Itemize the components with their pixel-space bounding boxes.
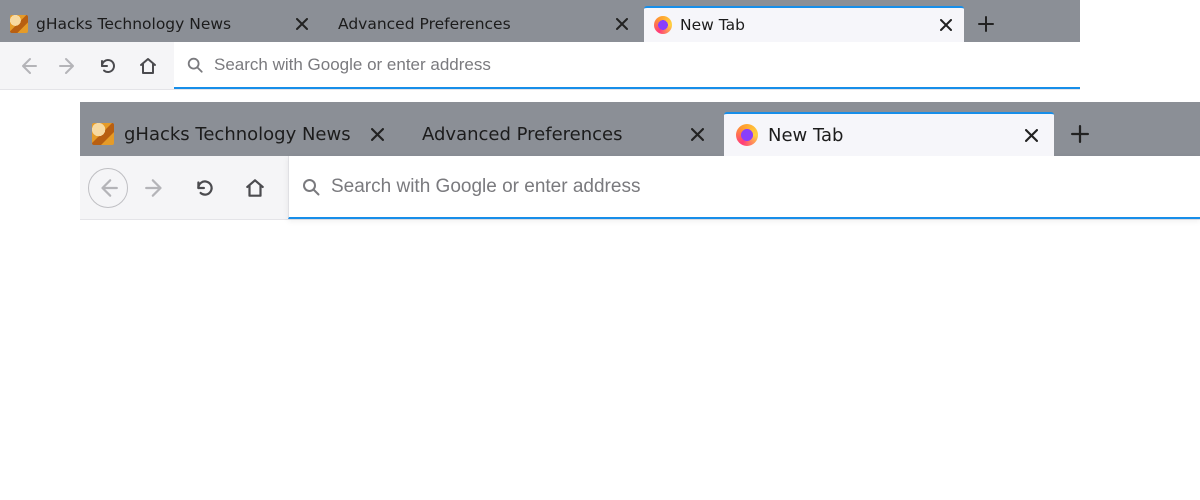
close-tab-button[interactable]	[936, 15, 956, 35]
reload-icon	[194, 177, 216, 199]
search-icon	[186, 56, 204, 74]
tab-title: New Tab	[680, 16, 928, 34]
tab-ghacks[interactable]: gHacks Technology News	[80, 112, 400, 156]
tab-advanced-preferences[interactable]: Advanced Preferences	[320, 6, 640, 42]
browser-window-compact: gHacks Technology News Advanced Preferen…	[0, 0, 1080, 90]
home-button[interactable]	[130, 48, 166, 84]
reload-button[interactable]	[90, 48, 126, 84]
navigation-toolbar	[0, 42, 1080, 90]
tab-advanced-preferences[interactable]: Advanced Preferences	[400, 112, 720, 156]
tab-new-tab[interactable]: New Tab	[724, 112, 1054, 156]
arrow-left-icon	[18, 56, 38, 76]
firefox-favicon-icon	[654, 16, 672, 34]
back-button[interactable]	[10, 48, 46, 84]
close-tab-button[interactable]	[1018, 122, 1044, 148]
home-icon	[244, 177, 266, 199]
tab-title: Advanced Preferences	[338, 15, 604, 33]
close-tab-button[interactable]	[364, 121, 390, 147]
ghacks-favicon-icon	[10, 15, 28, 33]
new-tab-button[interactable]	[968, 6, 1004, 42]
reload-icon	[98, 56, 118, 76]
address-input[interactable]	[331, 176, 1188, 198]
navigation-toolbar	[80, 156, 1200, 220]
close-tab-button[interactable]	[292, 14, 312, 34]
tab-title: gHacks Technology News	[124, 124, 356, 145]
arrow-right-icon	[144, 177, 166, 199]
close-icon	[616, 18, 628, 30]
tab-ghacks[interactable]: gHacks Technology News	[0, 6, 320, 42]
arrow-right-icon	[58, 56, 78, 76]
search-icon	[301, 177, 321, 197]
ghacks-favicon-icon	[92, 123, 114, 145]
close-icon	[1025, 129, 1038, 142]
close-icon	[691, 128, 704, 141]
plus-icon	[1071, 125, 1089, 143]
firefox-favicon-icon	[736, 124, 758, 146]
tab-new-tab[interactable]: New Tab	[644, 6, 964, 42]
new-tab-button[interactable]	[1058, 112, 1102, 156]
plus-icon	[978, 16, 994, 32]
tab-title: gHacks Technology News	[36, 15, 284, 33]
back-button[interactable]	[88, 168, 128, 208]
close-icon	[940, 19, 952, 31]
home-button[interactable]	[232, 165, 278, 211]
forward-button[interactable]	[132, 165, 178, 211]
close-icon	[296, 18, 308, 30]
home-icon	[138, 56, 158, 76]
close-tab-button[interactable]	[612, 14, 632, 34]
browser-window-large: gHacks Technology News Advanced Preferen…	[80, 102, 1200, 220]
tab-strip: gHacks Technology News Advanced Preferen…	[0, 0, 1080, 42]
forward-button[interactable]	[50, 48, 86, 84]
tab-title: Advanced Preferences	[422, 124, 676, 145]
close-tab-button[interactable]	[684, 121, 710, 147]
arrow-left-icon	[97, 177, 119, 199]
address-bar[interactable]	[288, 156, 1200, 219]
close-icon	[371, 128, 384, 141]
tab-strip: gHacks Technology News Advanced Preferen…	[80, 102, 1200, 156]
tab-title: New Tab	[768, 125, 1010, 146]
address-bar[interactable]	[174, 42, 1080, 89]
reload-button[interactable]	[182, 165, 228, 211]
address-input[interactable]	[214, 55, 1068, 75]
